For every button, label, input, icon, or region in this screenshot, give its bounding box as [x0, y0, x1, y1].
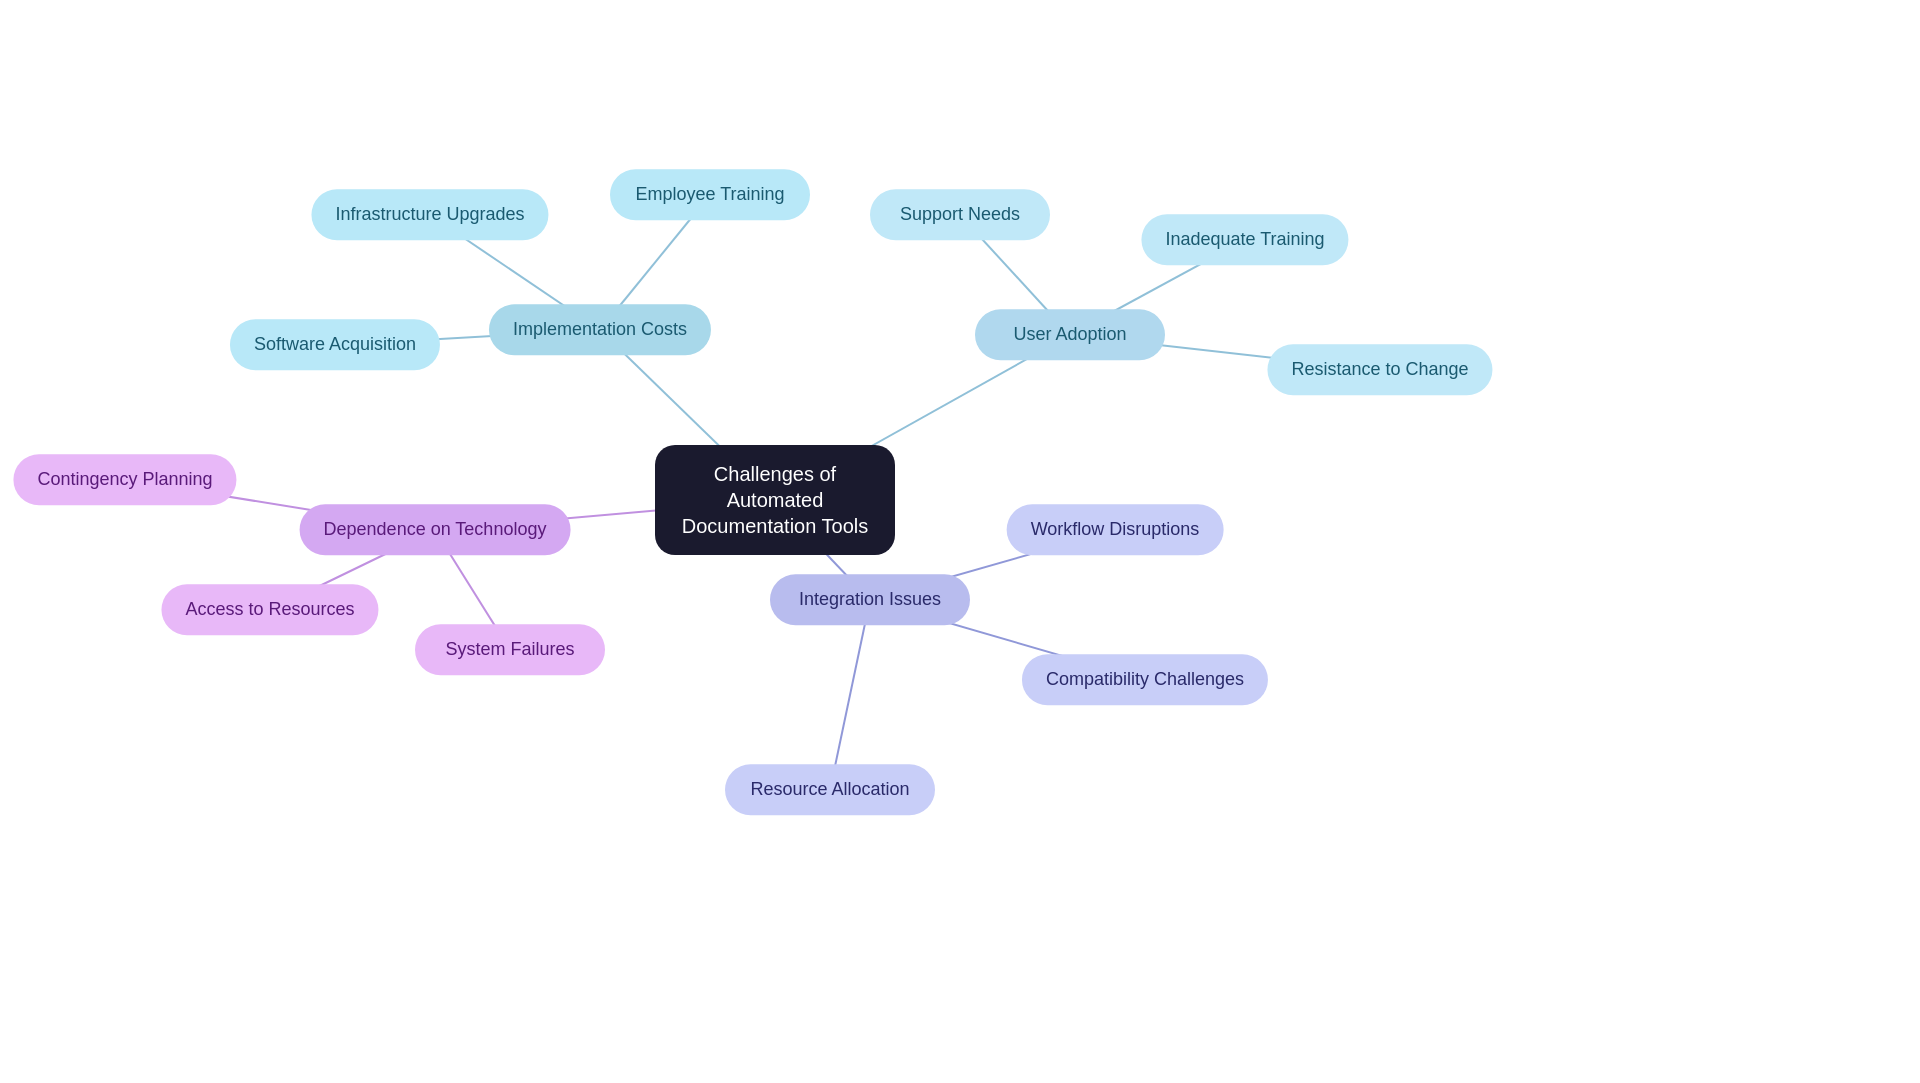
dependence-on-technology-label: Dependence on Technology: [300, 504, 571, 555]
system-failures-label: System Failures: [421, 624, 598, 675]
support-needs-label: Support Needs: [876, 189, 1044, 240]
contingency-planning-node[interactable]: Contingency Planning: [13, 454, 236, 505]
access-to-resources-label: Access to Resources: [161, 584, 378, 635]
user-adoption-label: User Adoption: [989, 309, 1150, 360]
implementation-costs-node[interactable]: Implementation Costs: [489, 304, 711, 355]
workflow-disruptions-label: Workflow Disruptions: [1007, 504, 1224, 555]
integration-issues-label: Integration Issues: [775, 574, 965, 625]
resistance-to-change-node[interactable]: Resistance to Change: [1267, 344, 1492, 395]
compatibility-challenges-node[interactable]: Compatibility Challenges: [1022, 654, 1268, 705]
compatibility-challenges-label: Compatibility Challenges: [1022, 654, 1268, 705]
system-failures-node[interactable]: System Failures: [415, 624, 605, 675]
dependence-on-technology-node[interactable]: Dependence on Technology: [300, 504, 571, 555]
inadequate-training-label: Inadequate Training: [1141, 214, 1348, 265]
implementation-costs-label: Implementation Costs: [489, 304, 711, 355]
contingency-planning-label: Contingency Planning: [13, 454, 236, 505]
center-node[interactable]: Challenges of Automated Documentation To…: [655, 445, 895, 555]
infrastructure-upgrades-label: Infrastructure Upgrades: [311, 189, 548, 240]
employee-training-node[interactable]: Employee Training: [610, 169, 810, 220]
svg-line-15: [830, 600, 870, 790]
inadequate-training-node[interactable]: Inadequate Training: [1141, 214, 1348, 265]
access-to-resources-node[interactable]: Access to Resources: [161, 584, 378, 635]
support-needs-node[interactable]: Support Needs: [870, 189, 1050, 240]
user-adoption-node[interactable]: User Adoption: [975, 309, 1165, 360]
employee-training-label: Employee Training: [611, 169, 808, 220]
infrastructure-upgrades-node[interactable]: Infrastructure Upgrades: [311, 189, 548, 240]
resource-allocation-node[interactable]: Resource Allocation: [725, 764, 935, 815]
center-label: Challenges of Automated Documentation To…: [655, 447, 895, 553]
software-acquisition-label: Software Acquisition: [230, 319, 440, 370]
resistance-to-change-label: Resistance to Change: [1267, 344, 1492, 395]
resource-allocation-label: Resource Allocation: [726, 764, 933, 815]
workflow-disruptions-node[interactable]: Workflow Disruptions: [1007, 504, 1224, 555]
integration-issues-node[interactable]: Integration Issues: [770, 574, 970, 625]
software-acquisition-node[interactable]: Software Acquisition: [230, 319, 440, 370]
